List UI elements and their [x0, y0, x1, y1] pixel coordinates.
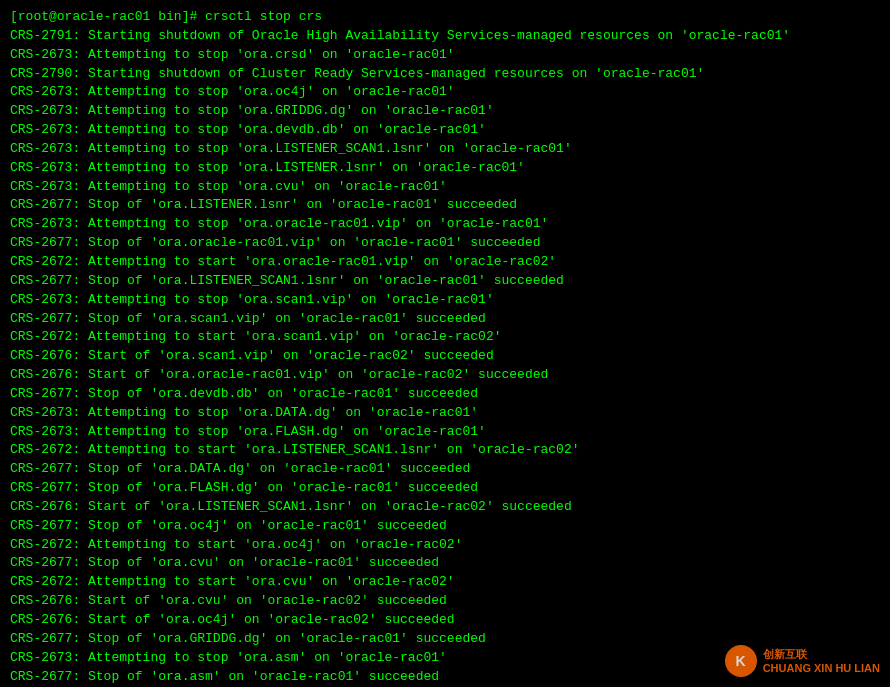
- watermark-line2: CHUANG XIN HU LIAN: [763, 661, 880, 675]
- terminal-line: CRS-2677: Stop of 'ora.LISTENER.lsnr' on…: [10, 196, 880, 215]
- terminal-line: CRS-2673: Attempting to stop 'ora.devdb.…: [10, 121, 880, 140]
- terminal-line: CRS-2673: Attempting to stop 'ora.cvu' o…: [10, 178, 880, 197]
- terminal-line: CRS-2673: Attempting to stop 'ora.crsd' …: [10, 46, 880, 65]
- watermark-line1: 创新互联: [763, 647, 880, 661]
- terminal-line: CRS-2676: Start of 'ora.oc4j' on 'oracle…: [10, 611, 880, 630]
- terminal-line: CRS-2673: Attempting to stop 'ora.DATA.d…: [10, 404, 880, 423]
- watermark-text: 创新互联 CHUANG XIN HU LIAN: [763, 647, 880, 676]
- terminal-line: CRS-2672: Attempting to start 'ora.oc4j'…: [10, 536, 880, 555]
- terminal-line: CRS-2673: Attempting to stop 'ora.oc4j' …: [10, 83, 880, 102]
- terminal-line: CRS-2791: Starting shutdown of Oracle Hi…: [10, 27, 880, 46]
- terminal-line: [root@oracle-rac01 bin]# crsctl stop crs: [10, 8, 880, 27]
- watermark-icon: K: [725, 645, 757, 677]
- terminal-line: CRS-2677: Stop of 'ora.oracle-rac01.vip'…: [10, 234, 880, 253]
- watermark: K 创新互联 CHUANG XIN HU LIAN: [725, 645, 880, 677]
- terminal-line: CRS-2677: Stop of 'ora.devdb.db' on 'ora…: [10, 385, 880, 404]
- terminal-line: CRS-2677: Stop of 'ora.oc4j' on 'oracle-…: [10, 517, 880, 536]
- terminal-line: CRS-2672: Attempting to start 'ora.oracl…: [10, 253, 880, 272]
- terminal-line: CRS-2677: Stop of 'ora.FLASH.dg' on 'ora…: [10, 479, 880, 498]
- terminal-line: CRS-2676: Start of 'ora.LISTENER_SCAN1.l…: [10, 498, 880, 517]
- terminal-line: CRS-2673: Attempting to stop 'ora.oracle…: [10, 215, 880, 234]
- terminal-line: CRS-2676: Start of 'ora.cvu' on 'oracle-…: [10, 592, 880, 611]
- terminal-line: CRS-2672: Attempting to start 'ora.scan1…: [10, 328, 880, 347]
- terminal-line: CRS-2673: Attempting to stop 'ora.scan1.…: [10, 291, 880, 310]
- terminal-line: CRS-2673: Attempting to stop 'ora.LISTEN…: [10, 159, 880, 178]
- terminal-line: CRS-2672: Attempting to start 'ora.cvu' …: [10, 573, 880, 592]
- terminal-line: CRS-2790: Starting shutdown of Cluster R…: [10, 65, 880, 84]
- terminal-line: CRS-2677: Stop of 'ora.cvu' on 'oracle-r…: [10, 554, 880, 573]
- terminal-line: CRS-2673: Attempting to stop 'ora.GRIDDG…: [10, 102, 880, 121]
- terminal-line: CRS-2676: Start of 'ora.oracle-rac01.vip…: [10, 366, 880, 385]
- terminal-line: CRS-2677: Stop of 'ora.LISTENER_SCAN1.ls…: [10, 272, 880, 291]
- terminal-line: CRS-2676: Start of 'ora.scan1.vip' on 'o…: [10, 347, 880, 366]
- terminal-line: CRS-2673: Attempting to stop 'ora.FLASH.…: [10, 423, 880, 442]
- terminal-window: [root@oracle-rac01 bin]# crsctl stop crs…: [0, 0, 890, 687]
- terminal-line: CRS-2677: Stop of 'ora.scan1.vip' on 'or…: [10, 310, 880, 329]
- terminal-line: CRS-2677: Stop of 'ora.DATA.dg' on 'orac…: [10, 460, 880, 479]
- terminal-line: CRS-2672: Attempting to start 'ora.LISTE…: [10, 441, 880, 460]
- terminal-line: CRS-2673: Attempting to stop 'ora.LISTEN…: [10, 140, 880, 159]
